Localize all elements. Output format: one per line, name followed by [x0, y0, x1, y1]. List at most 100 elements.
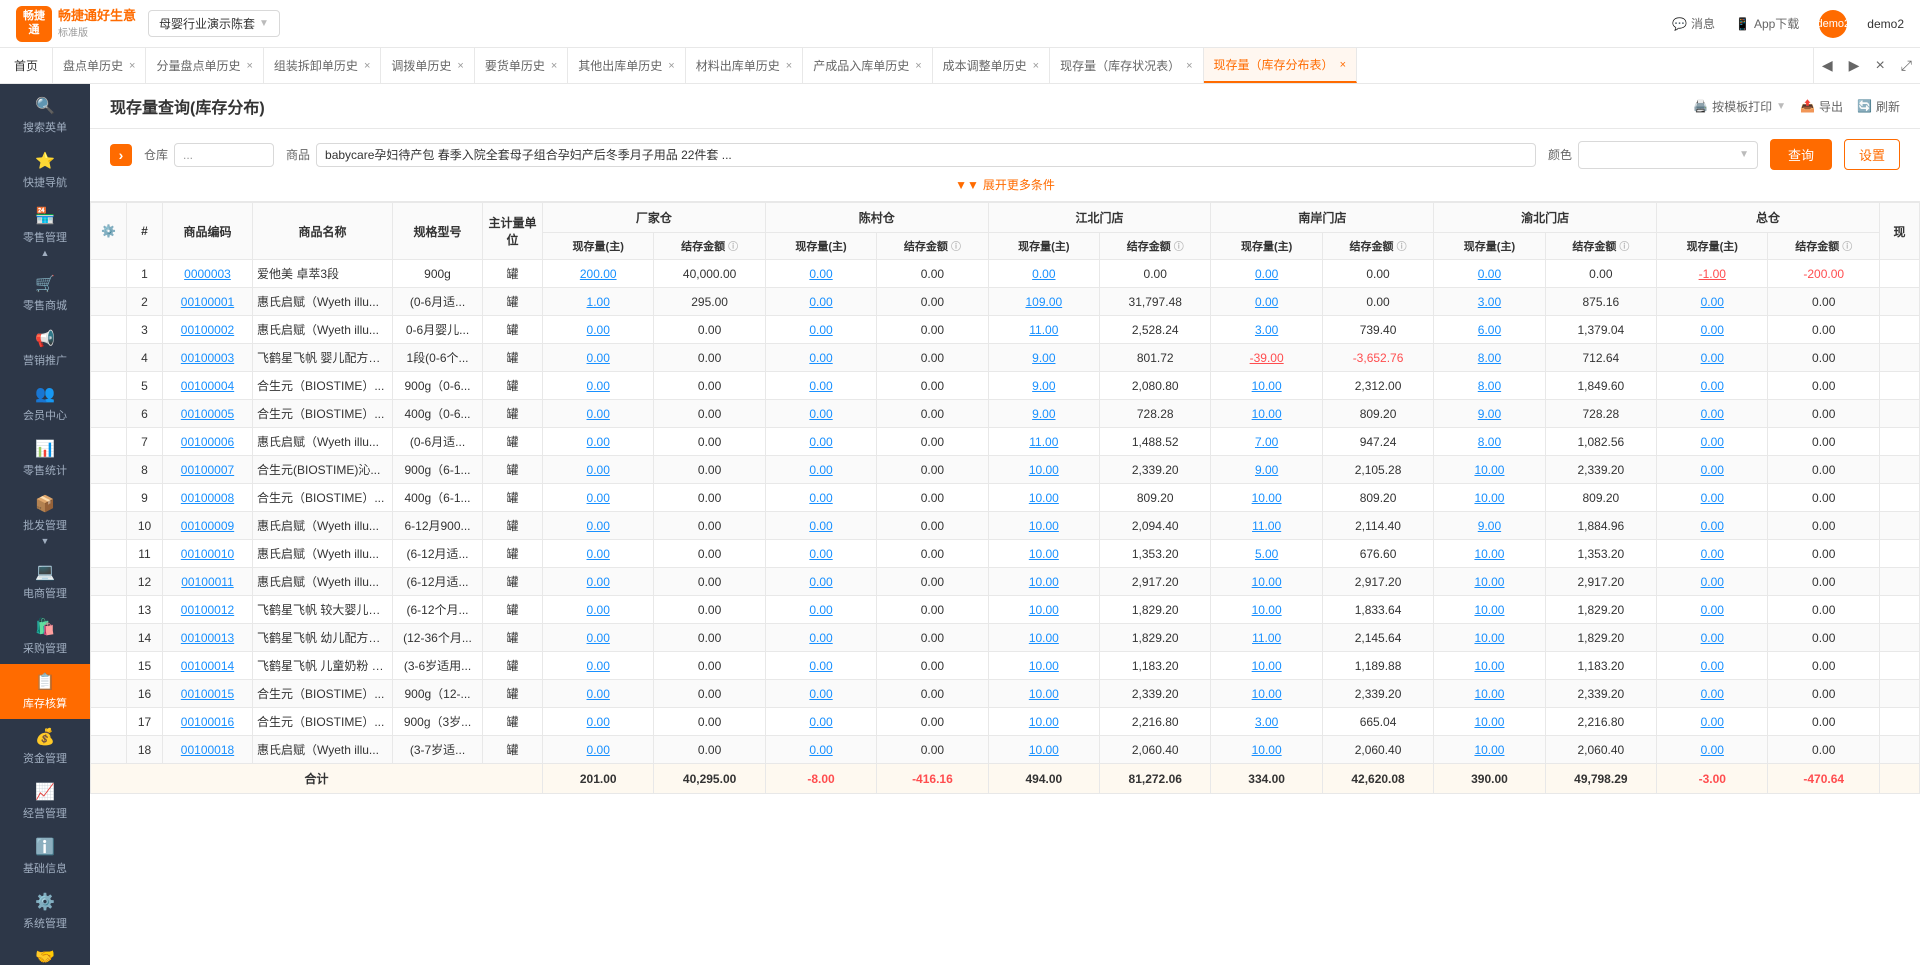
row-yb-qty[interactable]: 8.00	[1434, 344, 1545, 372]
row-chen-qty[interactable]: 0.00	[765, 624, 876, 652]
row-chen-qty[interactable]: 0.00	[765, 372, 876, 400]
row-jb-qty[interactable]: 10.00	[988, 540, 1099, 568]
row-code[interactable]: 00100011	[163, 568, 253, 596]
messages-btn[interactable]: 💬 消息	[1672, 15, 1715, 32]
tab-partial-inventory[interactable]: 分量盘点单历史 ×	[146, 48, 263, 83]
sidebar-item-marketing[interactable]: 📢 营销推广	[0, 321, 90, 376]
row-yb-qty[interactable]: 10.00	[1434, 484, 1545, 512]
tab-requisition[interactable]: 要货单历史 ×	[475, 48, 568, 83]
row-code[interactable]: 00100002	[163, 316, 253, 344]
row-fac-qty[interactable]: 0.00	[543, 484, 654, 512]
row-total-qty[interactable]: 0.00	[1657, 288, 1768, 316]
row-code[interactable]: 00100006	[163, 428, 253, 456]
row-jb-qty[interactable]: 109.00	[988, 288, 1099, 316]
export-btn[interactable]: 📤 导出	[1800, 98, 1843, 115]
row-fac-qty[interactable]: 0.00	[543, 344, 654, 372]
row-yb-qty[interactable]: 8.00	[1434, 428, 1545, 456]
row-code[interactable]: 00100010	[163, 540, 253, 568]
sidebar-item-nav[interactable]: ⭐ 快捷导航	[0, 143, 90, 198]
row-jb-qty[interactable]: 11.00	[988, 428, 1099, 456]
row-total-qty[interactable]: -1.00	[1657, 260, 1768, 288]
sidebar-item-search[interactable]: 🔍 搜索英单	[0, 88, 90, 143]
row-total-qty[interactable]: 0.00	[1657, 652, 1768, 680]
query-btn[interactable]: 查询	[1770, 139, 1832, 170]
row-na-qty[interactable]: 0.00	[1211, 260, 1322, 288]
row-chen-qty[interactable]: 0.00	[765, 344, 876, 372]
row-total-qty[interactable]: 0.00	[1657, 344, 1768, 372]
row-fac-qty[interactable]: 0.00	[543, 652, 654, 680]
row-na-qty[interactable]: 10.00	[1211, 400, 1322, 428]
color-input[interactable]: ▼	[1578, 141, 1758, 169]
row-yb-qty[interactable]: 10.00	[1434, 736, 1545, 764]
tab-close-icon[interactable]: ×	[668, 60, 674, 72]
row-total-qty[interactable]: 0.00	[1657, 400, 1768, 428]
row-total-qty[interactable]: 0.00	[1657, 680, 1768, 708]
tab-other-outbound[interactable]: 其他出库单历史 ×	[568, 48, 685, 83]
row-yb-qty[interactable]: 10.00	[1434, 680, 1545, 708]
tab-product-inbound[interactable]: 产成品入库单历史 ×	[803, 48, 932, 83]
row-na-qty[interactable]: 10.00	[1211, 596, 1322, 624]
row-code[interactable]: 00100015	[163, 680, 253, 708]
tab-home[interactable]: 首页	[0, 48, 53, 83]
row-fac-qty[interactable]: 0.00	[543, 372, 654, 400]
row-total-qty[interactable]: 0.00	[1657, 372, 1768, 400]
row-na-qty[interactable]: 10.00	[1211, 372, 1322, 400]
tab-inventory-history[interactable]: 盘点单历史 ×	[53, 48, 146, 83]
sidebar-item-basics[interactable]: ℹ️ 基础信息	[0, 829, 90, 884]
warehouse-input[interactable]: ...	[174, 143, 274, 167]
row-code[interactable]: 00100014	[163, 652, 253, 680]
refresh-btn[interactable]: 🔄 刷新	[1857, 98, 1900, 115]
row-na-qty[interactable]: 11.00	[1211, 624, 1322, 652]
row-chen-qty[interactable]: 0.00	[765, 568, 876, 596]
row-chen-qty[interactable]: 0.00	[765, 400, 876, 428]
print-btn[interactable]: 🖨️ 按模板打印 ▼	[1693, 98, 1786, 115]
tab-close-icon[interactable]: ×	[915, 60, 921, 72]
row-fac-qty[interactable]: 0.00	[543, 736, 654, 764]
sidebar-item-mall[interactable]: 🛒 零售商城	[0, 266, 90, 321]
row-jb-qty[interactable]: 10.00	[988, 512, 1099, 540]
tab-close-icon[interactable]: ×	[457, 60, 463, 72]
row-chen-qty[interactable]: 0.00	[765, 456, 876, 484]
row-total-qty[interactable]: 0.00	[1657, 540, 1768, 568]
industry-dropdown[interactable]: 母婴行业演示陈套 ▼	[148, 10, 280, 37]
tab-cost-adjust[interactable]: 成本调整单历史 ×	[933, 48, 1050, 83]
row-total-qty[interactable]: 0.00	[1657, 316, 1768, 344]
row-code[interactable]: 00100009	[163, 512, 253, 540]
row-na-qty[interactable]: 0.00	[1211, 288, 1322, 316]
row-yb-qty[interactable]: 0.00	[1434, 260, 1545, 288]
sidebar-item-finance[interactable]: 💰 资金管理	[0, 719, 90, 774]
col-settings[interactable]: ⚙️	[91, 203, 127, 260]
row-jb-qty[interactable]: 10.00	[988, 456, 1099, 484]
row-code[interactable]: 00100012	[163, 596, 253, 624]
row-fac-qty[interactable]: 0.00	[543, 568, 654, 596]
row-jb-qty[interactable]: 10.00	[988, 484, 1099, 512]
tab-close-icon[interactable]: ×	[1186, 60, 1192, 72]
row-jb-qty[interactable]: 9.00	[988, 344, 1099, 372]
row-jb-qty[interactable]: 10.00	[988, 568, 1099, 596]
tabs-prev-btn[interactable]: ◀	[1814, 48, 1841, 84]
row-fac-qty[interactable]: 0.00	[543, 708, 654, 736]
sidebar-item-stock-accounting[interactable]: 📋 库存核算	[0, 664, 90, 719]
row-chen-qty[interactable]: 0.00	[765, 484, 876, 512]
row-jb-qty[interactable]: 11.00	[988, 316, 1099, 344]
row-jb-qty[interactable]: 10.00	[988, 596, 1099, 624]
tabs-next-btn[interactable]: ▶	[1841, 48, 1868, 84]
row-na-qty[interactable]: 11.00	[1211, 512, 1322, 540]
row-yb-qty[interactable]: 9.00	[1434, 512, 1545, 540]
row-fac-qty[interactable]: 0.00	[543, 624, 654, 652]
row-fac-qty[interactable]: 1.00	[543, 288, 654, 316]
row-jb-qty[interactable]: 10.00	[988, 708, 1099, 736]
sidebar-item-retail-mgmt[interactable]: 🏪 零售管理 ▲	[0, 198, 90, 266]
setting-btn[interactable]: 设置	[1844, 139, 1900, 170]
row-yb-qty[interactable]: 10.00	[1434, 540, 1545, 568]
sidebar-item-collab[interactable]: 🤝 企业协同	[0, 939, 90, 965]
tab-material-outbound[interactable]: 材料出库单历史 ×	[686, 48, 803, 83]
row-code[interactable]: 00100005	[163, 400, 253, 428]
row-na-qty[interactable]: 10.00	[1211, 484, 1322, 512]
row-chen-qty[interactable]: 0.00	[765, 316, 876, 344]
row-na-qty[interactable]: 3.00	[1211, 316, 1322, 344]
row-total-qty[interactable]: 0.00	[1657, 596, 1768, 624]
tab-transfer[interactable]: 调拨单历史 ×	[381, 48, 474, 83]
tab-close-icon[interactable]: ×	[129, 60, 135, 72]
row-fac-qty[interactable]: 0.00	[543, 456, 654, 484]
